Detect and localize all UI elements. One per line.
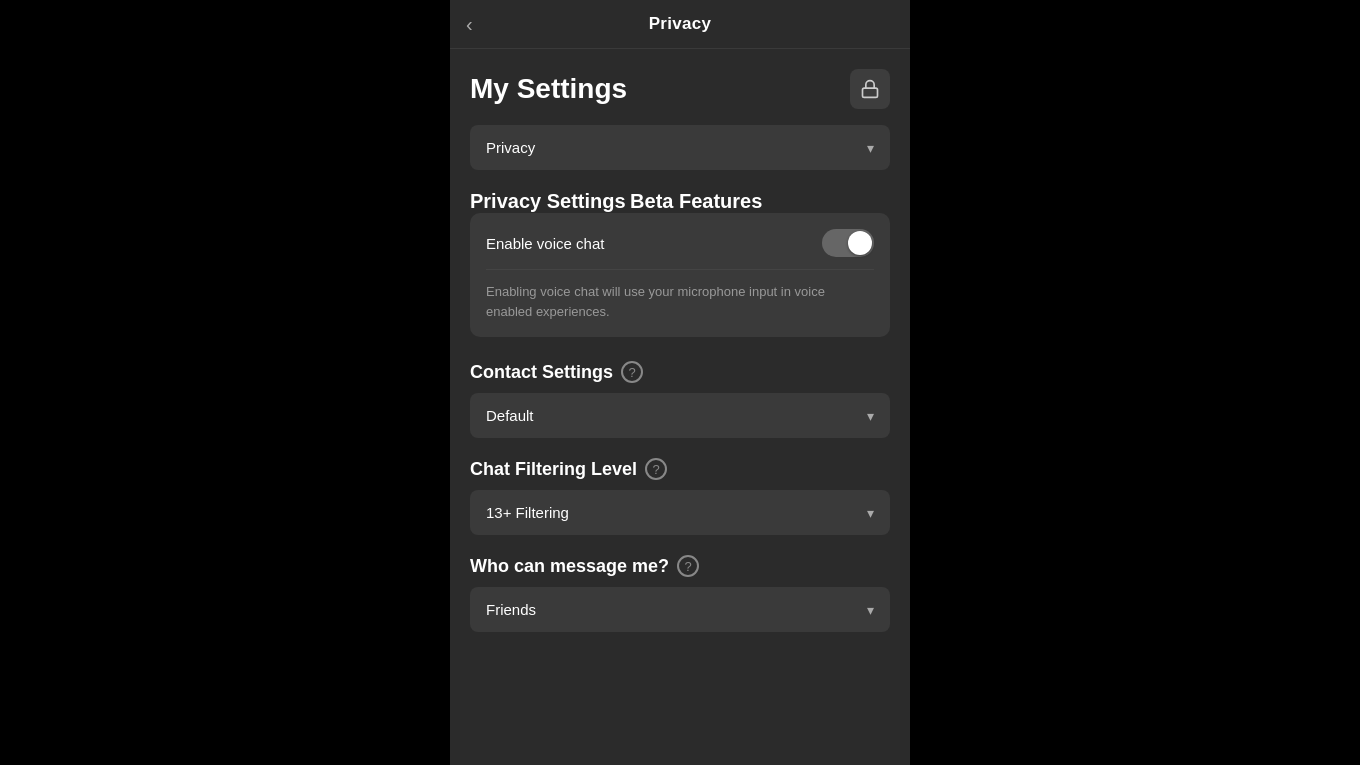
voice-chat-label: Enable voice chat [486, 235, 604, 252]
back-icon: ‹ [466, 13, 473, 36]
contact-settings-dropdown[interactable]: Default ▾ [470, 393, 890, 438]
lock-icon [860, 79, 880, 99]
privacy-settings-title: Privacy Settings [470, 190, 626, 212]
contact-settings-title: Contact Settings [470, 362, 613, 383]
svg-rect-0 [863, 88, 878, 97]
contact-settings-dropdown-label: Default [486, 407, 534, 424]
settings-title: My Settings [470, 73, 627, 105]
category-dropdown-chevron: ▾ [867, 140, 874, 156]
contact-settings-help-icon[interactable]: ? [621, 361, 643, 383]
app-container: ‹ Privacy My Settings Privacy ▾ Privacy … [450, 0, 910, 765]
beta-features-title: Beta Features [630, 190, 762, 212]
who-can-message-dropdown[interactable]: Friends ▾ [470, 587, 890, 632]
chat-filtering-dropdown-label: 13+ Filtering [486, 504, 569, 521]
chat-filtering-title: Chat Filtering Level [470, 459, 637, 480]
back-button[interactable]: ‹ [466, 13, 473, 36]
chat-filtering-help-icon[interactable]: ? [645, 458, 667, 480]
lock-button[interactable] [850, 69, 890, 109]
settings-header: My Settings [470, 69, 890, 109]
who-can-message-header: Who can message me? ? [470, 555, 890, 577]
beta-features-card: Enable voice chat Enabling voice chat wi… [470, 213, 890, 337]
nav-title: Privacy [649, 14, 712, 34]
who-can-message-help-icon[interactable]: ? [677, 555, 699, 577]
divider [486, 269, 874, 270]
chat-filtering-header: Chat Filtering Level ? [470, 458, 890, 480]
contact-settings-chevron: ▾ [867, 408, 874, 424]
voice-chat-toggle-row: Enable voice chat [486, 229, 874, 257]
chat-filtering-chevron: ▾ [867, 505, 874, 521]
voice-chat-toggle[interactable] [822, 229, 874, 257]
voice-chat-description: Enabling voice chat will use your microp… [486, 282, 874, 321]
toggle-knob [848, 231, 872, 255]
main-content: My Settings Privacy ▾ Privacy Settings B… [450, 49, 910, 765]
contact-settings-header: Contact Settings ? [470, 361, 890, 383]
top-nav: ‹ Privacy [450, 0, 910, 49]
chat-filtering-dropdown[interactable]: 13+ Filtering ▾ [470, 490, 890, 535]
privacy-settings-section: Privacy Settings Beta Features Enable vo… [470, 190, 890, 632]
category-dropdown-label: Privacy [486, 139, 535, 156]
who-can-message-title: Who can message me? [470, 556, 669, 577]
who-can-message-chevron: ▾ [867, 602, 874, 618]
category-dropdown[interactable]: Privacy ▾ [470, 125, 890, 170]
who-can-message-dropdown-label: Friends [486, 601, 536, 618]
